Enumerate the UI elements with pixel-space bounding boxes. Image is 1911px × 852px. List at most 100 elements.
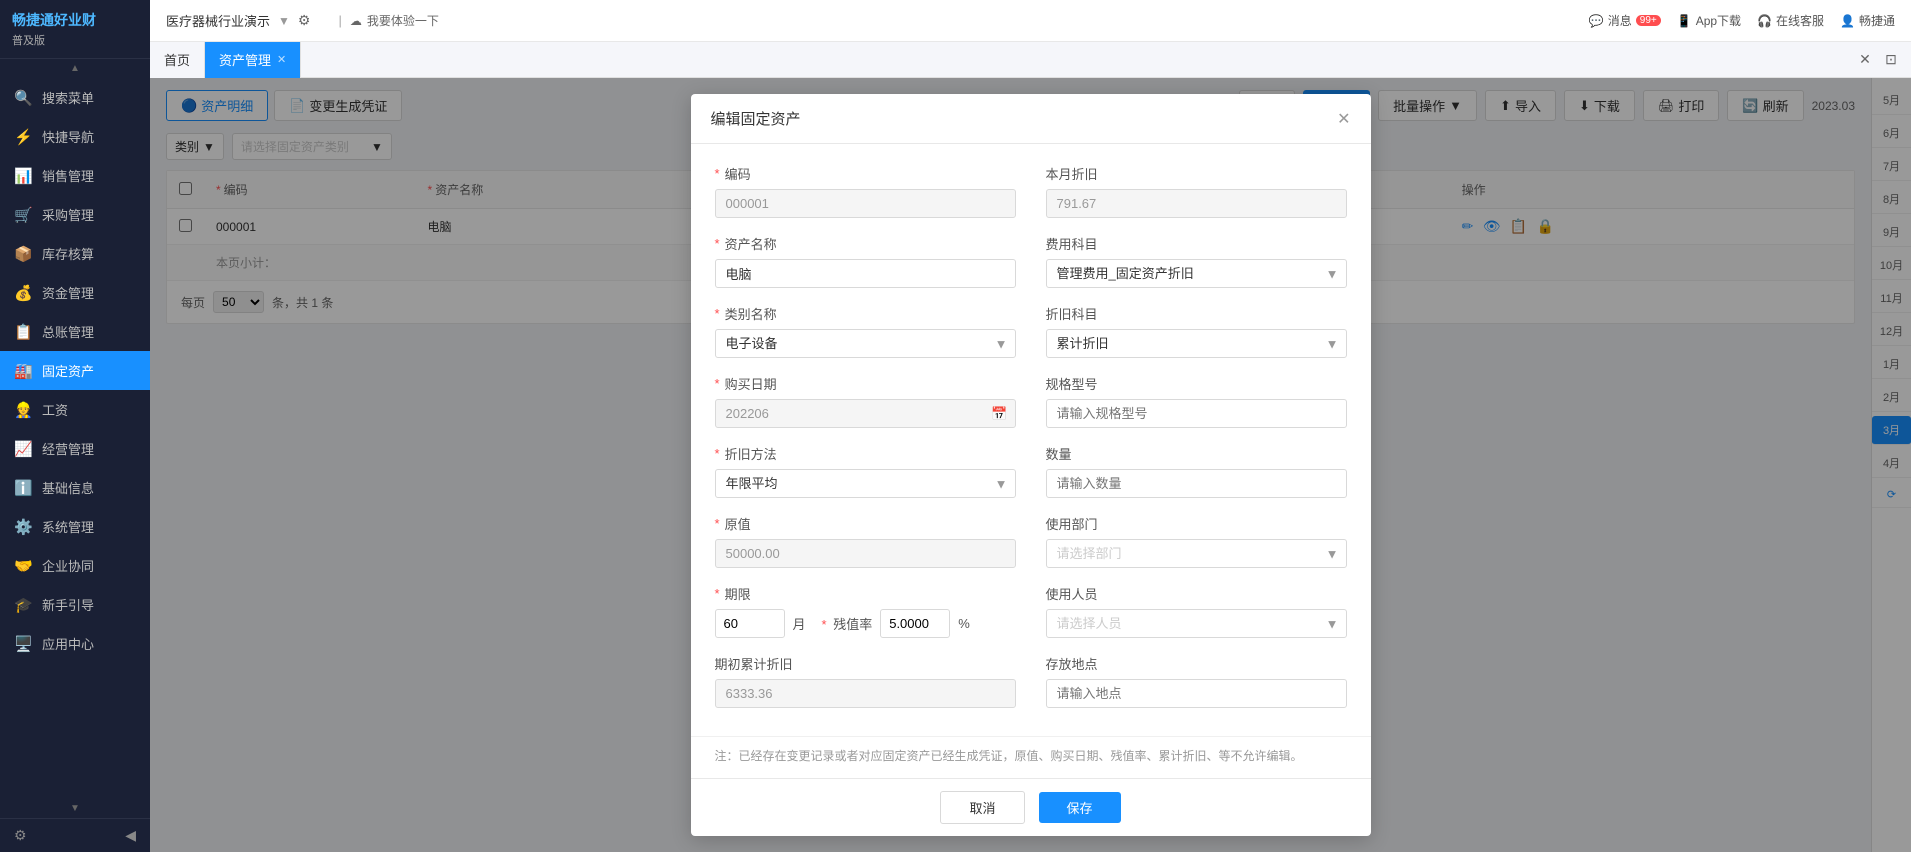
app-download-label: App下载 <box>1696 12 1741 29</box>
sidebar-item-quick-nav[interactable]: ⚡ 快捷导航 <box>0 117 150 156</box>
modal-form-grid: * 编码 * 资产名称 <box>715 164 1347 708</box>
sidebar-item-label: 搜索菜单 <box>42 88 94 107</box>
category-select-input[interactable]: 电子设备 <box>715 329 1016 358</box>
app-center-icon: 🖥️ <box>14 635 32 653</box>
sidebar-item-app-center[interactable]: 🖥️ 应用中心 <box>0 624 150 663</box>
form-row-asset-name: * 资产名称 <box>715 234 1016 288</box>
sidebar-item-label: 固定资产 <box>42 361 94 380</box>
modal-header: 编辑固定资产 ✕ <box>691 94 1371 144</box>
online-service-btn[interactable]: 🎧 在线客服 <box>1757 12 1824 29</box>
tab-asset-management[interactable]: 资产管理 ✕ <box>205 42 301 78</box>
sidebar-item-purchase[interactable]: 🛒 采购管理 <box>0 195 150 234</box>
expense-subject-select[interactable]: 管理费用_固定资产折旧 <box>1046 259 1347 288</box>
category-select-wrap: 电子设备 ▼ <box>715 329 1016 358</box>
app-logo: 畅捷通好业财 <box>12 10 138 30</box>
cancel-button[interactable]: 取消 <box>940 791 1024 824</box>
tab-home[interactable]: 首页 <box>150 42 205 78</box>
initial-accum-input[interactable] <box>715 679 1016 708</box>
residual-rate-unit: % <box>958 616 970 631</box>
form-row-depre-subject: 折旧科目 累计折旧 ▼ <box>1046 304 1347 358</box>
purchase-icon: 🛒 <box>14 206 32 224</box>
original-value-label: * 原值 <box>715 514 1016 533</box>
notification-icon: 💬 <box>1589 14 1604 28</box>
code-input[interactable] <box>715 189 1016 218</box>
tab-close-icon[interactable]: ✕ <box>277 53 286 66</box>
sidebar-item-wages[interactable]: 👷 工资 <box>0 390 150 429</box>
period-residual-row: 月 * 残值率 % <box>715 609 1016 638</box>
location-label: 存放地点 <box>1046 654 1347 673</box>
sidebar-item-system[interactable]: ⚙️ 系统管理 <box>0 507 150 546</box>
residual-rate-input[interactable] <box>880 609 950 638</box>
sidebar-item-basic-info[interactable]: ℹ️ 基础信息 <box>0 468 150 507</box>
form-row-user: 使用人员 请选择人员 ▼ <box>1046 584 1347 638</box>
form-row-original-value: * 原值 <box>715 514 1016 568</box>
edit-asset-modal: 编辑固定资产 ✕ * 编码 <box>691 94 1371 836</box>
asset-name-input[interactable] <box>715 259 1016 288</box>
sidebar-item-operations[interactable]: 📈 经营管理 <box>0 429 150 468</box>
sidebar: 畅捷通好业财 普及版 ▲ 🔍 搜索菜单 ⚡ 快捷导航 📊 销售管理 🛒 采购管理 <box>0 0 150 852</box>
app-download-btn[interactable]: 📱 App下载 <box>1677 12 1741 29</box>
depre-subject-select[interactable]: 累计折旧 <box>1046 329 1347 358</box>
sidebar-item-finance[interactable]: 💰 资金管理 <box>0 273 150 312</box>
company-dropdown-icon[interactable]: ▼ <box>278 14 290 28</box>
user-avatar[interactable]: 👤 畅捷通 <box>1840 12 1895 29</box>
sidebar-item-label: 销售管理 <box>42 166 94 185</box>
window-maximize-btn[interactable]: ⊡ <box>1879 48 1903 72</box>
modal-body: * 编码 * 资产名称 <box>691 144 1371 728</box>
quick-nav-icon: ⚡ <box>14 128 32 146</box>
form-row-quantity: 数量 <box>1046 444 1347 498</box>
form-row-department: 使用部门 请选择部门 ▼ <box>1046 514 1347 568</box>
notification-btn[interactable]: 💬 消息 99+ <box>1589 12 1661 29</box>
modal-title: 编辑固定资产 <box>711 108 801 129</box>
top-bar: 医疗器械行业演示 ▼ ⚙ | ☁ 我要体验一下 💬 消息 99+ 📱 App下载 <box>150 0 1911 42</box>
form-row-location: 存放地点 <box>1046 654 1347 708</box>
sidebar-item-label: 总账管理 <box>42 322 94 341</box>
purchase-date-label: * 购买日期 <box>715 374 1016 393</box>
depre-method-select[interactable]: 年限平均 <box>715 469 1016 498</box>
sidebar-item-guide[interactable]: 🎓 新手引导 <box>0 585 150 624</box>
user-select[interactable]: 请选择人员 <box>1046 609 1347 638</box>
sidebar-item-label: 工资 <box>42 400 68 419</box>
sidebar-item-ledger[interactable]: 📋 总账管理 <box>0 312 150 351</box>
tab-home-label: 首页 <box>164 50 190 69</box>
sidebar-item-sales[interactable]: 📊 销售管理 <box>0 156 150 195</box>
original-value-input[interactable] <box>715 539 1016 568</box>
tab-bar: 首页 资产管理 ✕ ✕ ⊡ <box>150 42 1911 78</box>
sidebar-item-search[interactable]: 🔍 搜索菜单 <box>0 78 150 117</box>
collapse-icon[interactable]: ◀ <box>125 827 136 844</box>
main-area: 医疗器械行业演示 ▼ ⚙ | ☁ 我要体验一下 💬 消息 99+ 📱 App下载 <box>150 0 1911 852</box>
scroll-up-arrow[interactable]: ▲ <box>0 59 150 78</box>
modal-note-text: 注：已经存在变更记录或者对应固定资产已经生成凭证，原值、购买日期、残值率、累计折… <box>715 749 1303 763</box>
tab-asset-label: 资产管理 <box>219 50 271 69</box>
trial-button[interactable]: ☁ 我要体验一下 <box>350 12 439 29</box>
company-settings-icon[interactable]: ⚙ <box>298 12 311 29</box>
settings-icon[interactable]: ⚙ <box>14 827 27 844</box>
modal-footer: 取消 保存 <box>691 778 1371 836</box>
window-close-btn[interactable]: ✕ <box>1853 48 1877 72</box>
location-input[interactable] <box>1046 679 1347 708</box>
sidebar-item-label: 快捷导航 <box>42 127 94 146</box>
category-name-label: * 类别名称 <box>715 304 1016 323</box>
guide-icon: 🎓 <box>14 596 32 614</box>
sidebar-item-inventory[interactable]: 📦 库存核算 <box>0 234 150 273</box>
trial-label: 我要体验一下 <box>367 12 439 29</box>
window-buttons: ✕ ⊡ <box>1853 48 1911 72</box>
quantity-input[interactable] <box>1046 469 1347 498</box>
modal-close-btn[interactable]: ✕ <box>1337 109 1350 129</box>
department-label: 使用部门 <box>1046 514 1347 533</box>
sidebar-item-fixed-assets[interactable]: 🏭 固定资产 <box>0 351 150 390</box>
scroll-down-arrow[interactable]: ▼ <box>0 799 150 818</box>
basic-info-icon: ℹ️ <box>14 479 32 497</box>
sidebar-item-enterprise[interactable]: 🤝 企业协同 <box>0 546 150 585</box>
user-label: 使用人员 <box>1046 584 1347 603</box>
department-select[interactable]: 请选择部门 <box>1046 539 1347 568</box>
sidebar-header: 畅捷通好业财 普及版 <box>0 0 150 59</box>
save-button[interactable]: 保存 <box>1039 792 1121 823</box>
monthly-depre-input <box>1046 189 1347 218</box>
period-input[interactable] <box>715 609 785 638</box>
purchase-date-input[interactable] <box>715 399 1016 428</box>
app-name: 畅捷通好业财 <box>12 10 96 30</box>
spec-model-input[interactable] <box>1046 399 1347 428</box>
content-area: 🔵 资产明细 📄 变更生成凭证 刘账 + 新增 <box>150 78 1911 852</box>
sidebar-item-label: 基础信息 <box>42 478 94 497</box>
